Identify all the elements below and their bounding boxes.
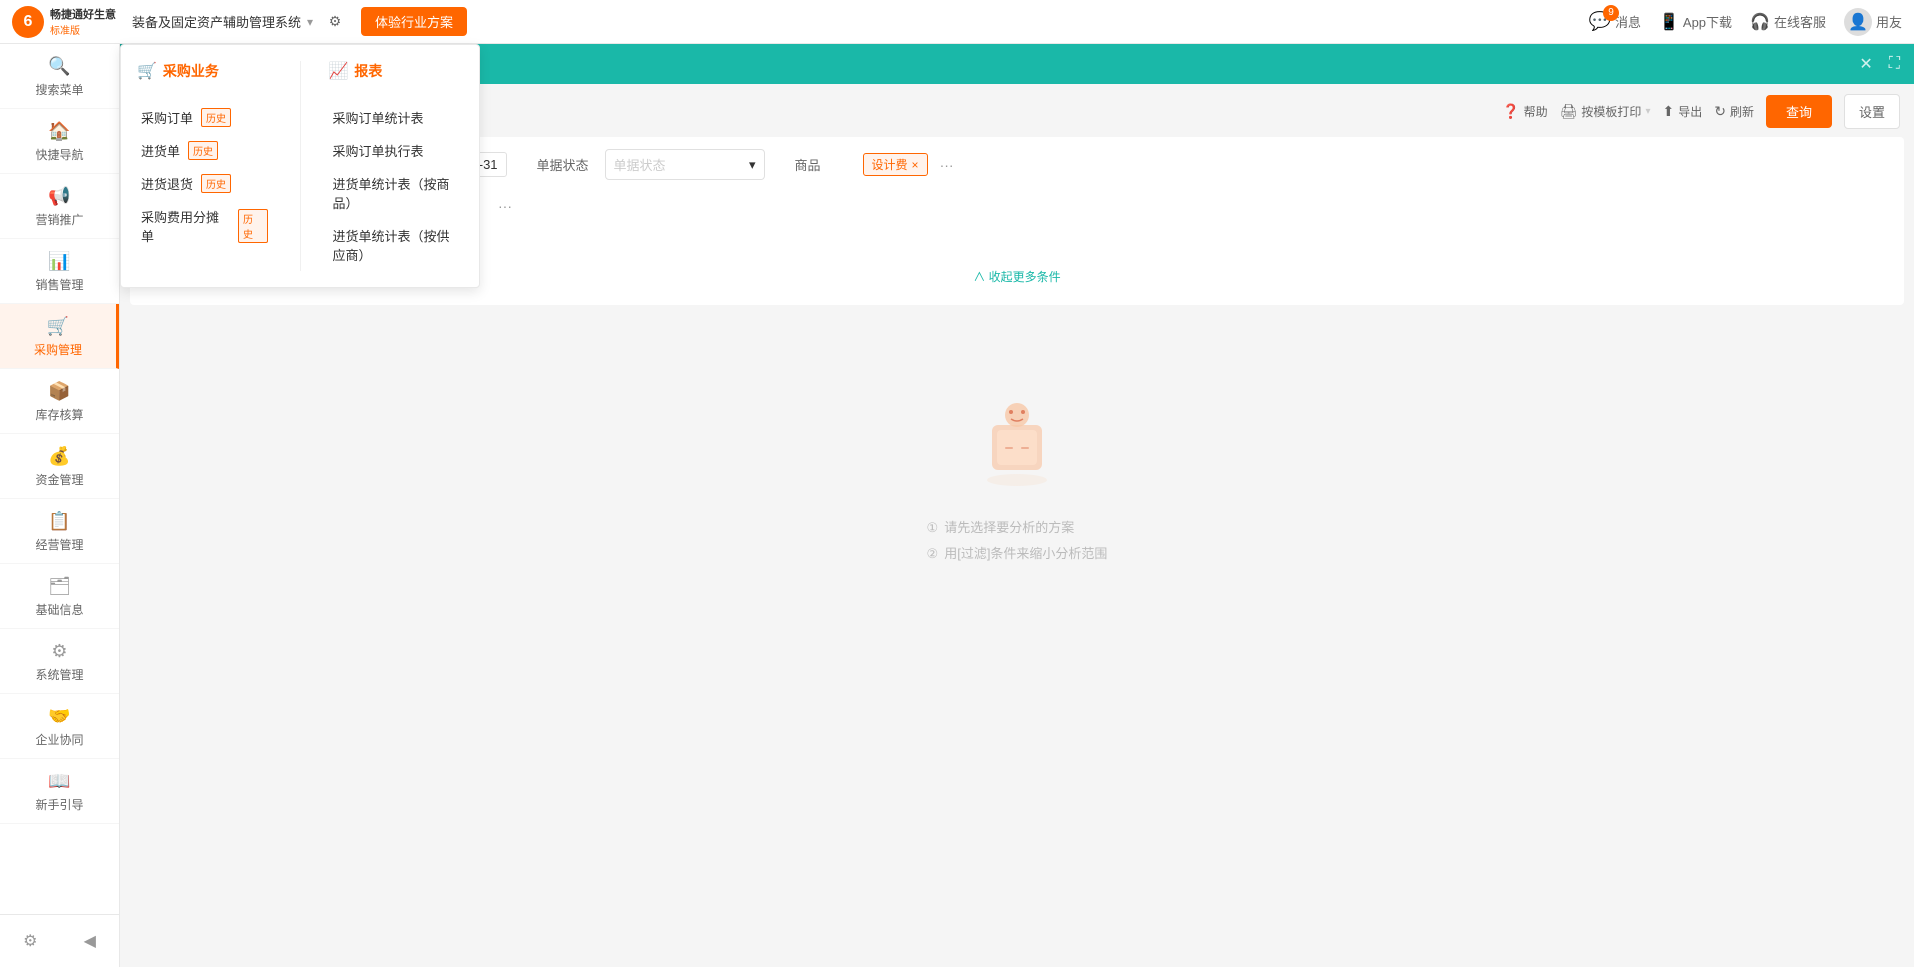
notification-badge: 💬 9 [1589, 11, 1611, 32]
sidebar-item-sales[interactable]: 📊 销售管理 [0, 239, 119, 304]
logo-text: 畅捷通好生意 标准版 [50, 6, 116, 37]
dropdown-item-po-exec[interactable]: 采购订单执行表 [329, 134, 464, 167]
print-btn[interactable]: 🖨 按模板打印 ▾ [1560, 103, 1651, 120]
industry-btn[interactable]: 体验行业方案 [361, 7, 467, 36]
empty-text: ① 请先选择要分析的方案 ② 用[过滤]条件来缩小分析范围 [927, 515, 1108, 567]
sales-icon: 📊 [48, 251, 70, 272]
avatar: 👤 [1844, 8, 1872, 36]
sidebar: 🔍 搜索菜单 🏠 快捷导航 📢 营销推广 📊 销售管理 🛒 采购管理 📦 库存核… [0, 44, 120, 967]
purchase-dropdown-menu: 🛒 采购业务 采购订单 历史 进货单 历史 进货退货 历史 采购费用分摊单 历史… [120, 44, 480, 288]
setting-btn[interactable]: 设置 [1844, 94, 1900, 129]
salesman-dots[interactable]: ··· [498, 198, 512, 214]
guide-icon: 📖 [48, 771, 70, 792]
finance-icon: 💰 [48, 446, 70, 467]
app-download-btn[interactable]: 📱 App下载 [1659, 12, 1732, 32]
sidebar-item-finance[interactable]: 💰 资金管理 [0, 434, 119, 499]
goods-tag-close[interactable]: × [912, 158, 919, 172]
tab-bar-right: ✕ ⛶ [1855, 50, 1914, 78]
top-bar-right: 💬 9 消息 📱 App下载 🎧 在线客服 👤 用友 [1589, 8, 1902, 36]
print-icon: 🖨 [1560, 103, 1578, 120]
search-icon: 🔍 [48, 56, 70, 77]
dropdown-item-expense[interactable]: 采购费用分摊单 历史 [137, 200, 272, 252]
dropdown-item-receipt-by-goods[interactable]: 进货单统计表（按商品） [329, 167, 464, 219]
title-dropdown-icon[interactable]: ▾ [307, 15, 313, 29]
sidebar-item-coop[interactable]: 🤝 企业协同 [0, 694, 119, 759]
market-icon: 📢 [48, 186, 70, 207]
doc-status-select[interactable]: 单据状态 ▾ [605, 149, 765, 180]
export-icon: ⬆ [1662, 103, 1674, 120]
print-dropdown-icon[interactable]: ▾ [1645, 106, 1650, 117]
help-btn[interactable]: ❓ 帮助 [1502, 103, 1547, 120]
dropdown-divider [300, 61, 301, 271]
tab-close-btn[interactable]: ✕ [1855, 50, 1876, 78]
system-title-area: 装备及固定资产辅助管理系统 ▾ ⚙ 体验行业方案 [132, 7, 1589, 36]
sidebar-collapse-btn[interactable]: ◀ [80, 927, 100, 955]
sidebar-item-system[interactable]: ⚙ 系统管理 [0, 629, 119, 694]
tab-fullscreen-btn[interactable]: ⛶ [1885, 51, 1904, 77]
home-icon: 🏠 [48, 121, 70, 142]
goods-dots[interactable]: ··· [940, 157, 954, 173]
goods-filter: 商品 设计费 × ··· [795, 153, 954, 176]
help-icon: ❓ [1502, 103, 1519, 120]
sidebar-item-basics[interactable]: 🗂 基础信息 [0, 564, 119, 629]
system-settings-icon[interactable]: ⚙ [321, 8, 349, 36]
empty-state: ① 请先选择要分析的方案 ② 用[过滤]条件来缩小分析范围 [130, 315, 1904, 647]
empty-tip-2: ② 用[过滤]条件来缩小分析范围 [927, 541, 1108, 567]
export-btn[interactable]: ⬆ 导出 [1662, 103, 1702, 120]
system-title: 装备及固定资产辅助管理系统 [132, 12, 301, 31]
report-col: 📈 报表 采购订单统计表 采购订单执行表 进货单统计表（按商品） 进货单统计表（… [329, 61, 464, 271]
sidebar-item-search[interactable]: 🔍 搜索菜单 [0, 44, 119, 109]
query-btn[interactable]: 查询 [1766, 95, 1832, 128]
doc-status-filter: 单据状态 单据状态 ▾ [537, 149, 765, 180]
sidebar-item-operations[interactable]: 📋 经营管理 [0, 499, 119, 564]
logo-icon: 6 [12, 6, 44, 38]
purchase-col-header: 🛒 采购业务 [137, 61, 272, 89]
dropdown-item-receipt[interactable]: 进货单 历史 [137, 134, 272, 167]
sidebar-item-inventory[interactable]: 📦 库存核算 [0, 369, 119, 434]
user-menu[interactable]: 👤 用友 [1844, 8, 1902, 36]
sidebar-bottom: ⚙ ◀ [0, 914, 119, 967]
doc-status-chevron: ▾ [749, 157, 756, 173]
empty-illustration [967, 395, 1067, 495]
sidebar-settings-btn[interactable]: ⚙ [19, 927, 41, 955]
message-btn[interactable]: 💬 9 消息 [1589, 11, 1641, 32]
refresh-btn[interactable]: ↻ 刷新 [1714, 103, 1754, 120]
sidebar-item-nav[interactable]: 🏠 快捷导航 [0, 109, 119, 174]
report-col-icon: 📈 [329, 61, 349, 81]
sidebar-item-market[interactable]: 📢 营销推广 [0, 174, 119, 239]
goods-label: 商品 [795, 155, 855, 174]
sidebar-item-purchase[interactable]: 🛒 采购管理 [0, 304, 119, 369]
dropdown-item-return[interactable]: 进货退货 历史 [137, 167, 272, 200]
top-bar: 6 畅捷通好生意 标准版 装备及固定资产辅助管理系统 ▾ ⚙ 体验行业方案 💬 … [0, 0, 1914, 44]
empty-tip-1: ① 请先选择要分析的方案 [927, 515, 1108, 541]
sidebar-item-guide[interactable]: 📖 新手引导 [0, 759, 119, 824]
dropdown-item-receipt-by-supplier[interactable]: 进货单统计表（按供应商） [329, 219, 464, 271]
refresh-icon: ↻ [1714, 103, 1726, 120]
purchase-col: 🛒 采购业务 采购订单 历史 进货单 历史 进货退货 历史 采购费用分摊单 历史 [137, 61, 272, 271]
purchase-col-icon: 🛒 [137, 61, 157, 81]
logo-area: 6 畅捷通好生意 标准版 [12, 6, 132, 38]
dropdown-item-po-stat[interactable]: 采购订单统计表 [329, 101, 464, 134]
report-col-header: 📈 报表 [329, 61, 464, 89]
coop-icon: 🤝 [48, 706, 70, 727]
dropdown-item-po[interactable]: 采购订单 历史 [137, 101, 272, 134]
inventory-icon: 📦 [48, 381, 70, 402]
purchase-icon: 🛒 [47, 316, 69, 337]
system-icon: ⚙ [51, 641, 67, 662]
operations-icon: 📋 [48, 511, 70, 532]
online-service-btn[interactable]: 🎧 在线客服 [1750, 12, 1826, 32]
goods-tag: 设计费 × [863, 153, 928, 176]
doc-status-label: 单据状态 [537, 155, 597, 174]
basics-icon: 🗂 [48, 576, 71, 597]
